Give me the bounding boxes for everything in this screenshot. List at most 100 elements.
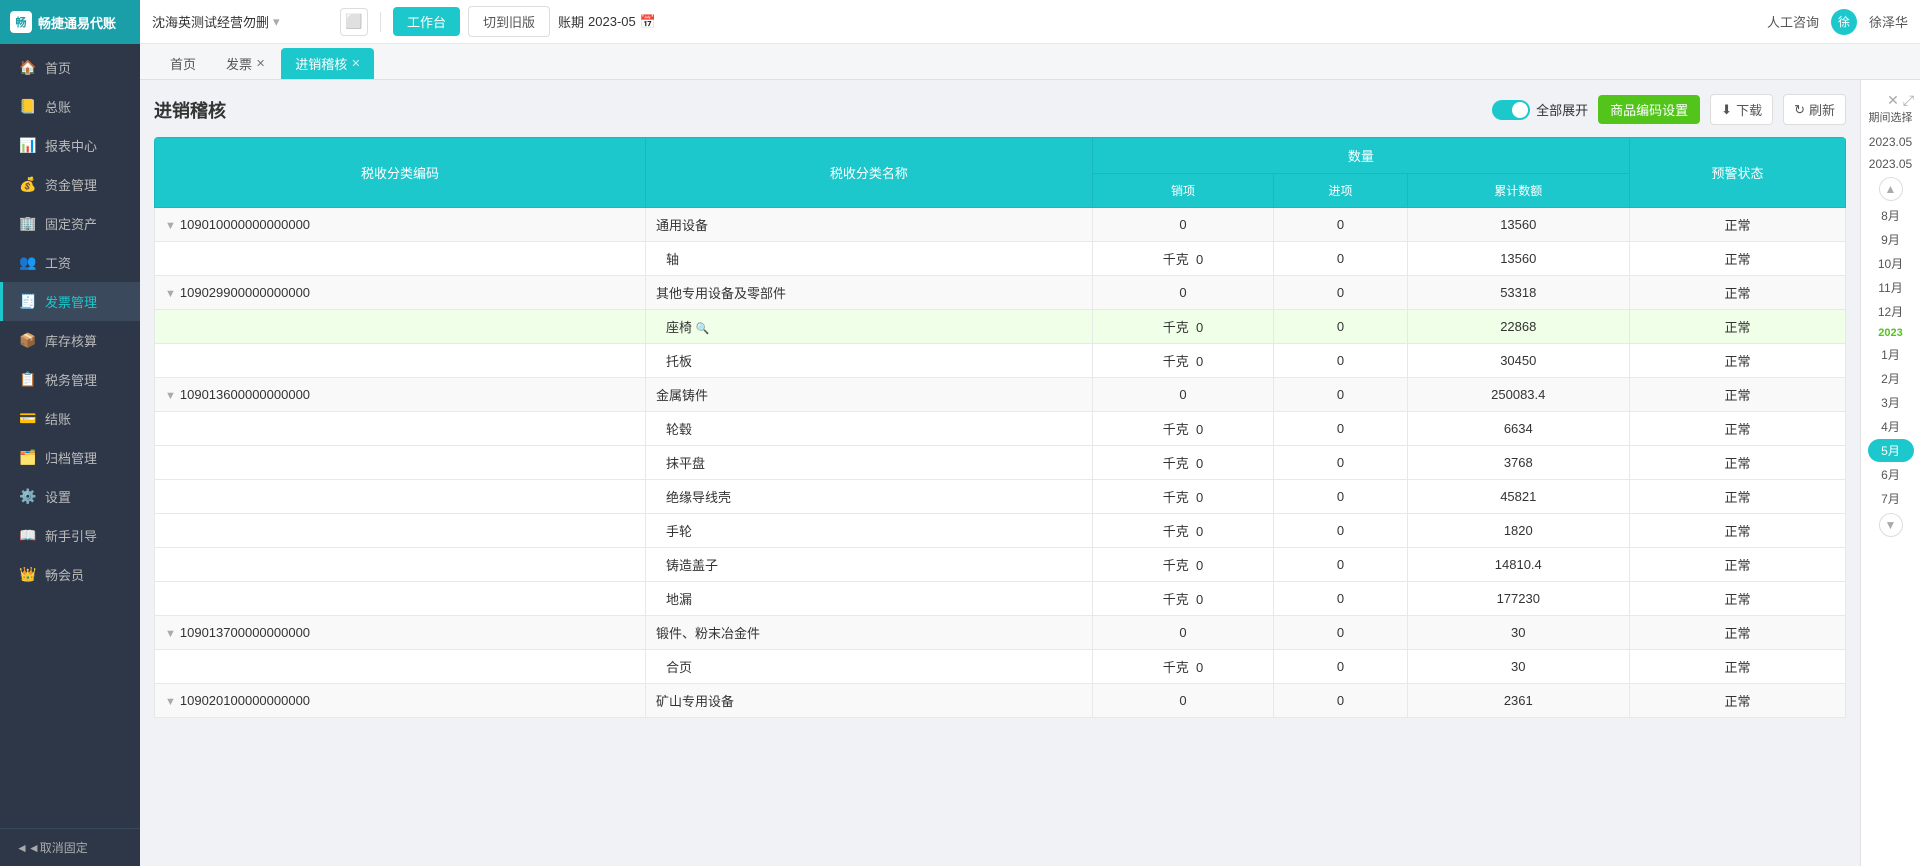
cell-sales: 0: [1092, 378, 1274, 412]
tab-reconcile[interactable]: 进销稽核 ✕: [281, 48, 374, 79]
period-month-item[interactable]: 11月: [1868, 276, 1914, 299]
cell-code: ▼109010000000000000: [155, 208, 646, 242]
period-month-item[interactable]: 4月: [1868, 415, 1914, 438]
period-month-item[interactable]: 6月: [1868, 463, 1914, 486]
company-selector[interactable]: 沈海英测试经营勿删 ▾: [152, 12, 332, 31]
period-month-item[interactable]: 2023: [1868, 324, 1914, 342]
expand-toggle-wrap: 全部展开: [1492, 100, 1588, 120]
download-button[interactable]: ⬇ 下载: [1710, 94, 1773, 125]
app-logo: 畅 畅捷通易代账: [0, 0, 140, 44]
sidebar-item-assets[interactable]: 🏢 固定资产: [0, 204, 140, 243]
workbench-button[interactable]: 工作台: [393, 7, 460, 36]
sidebar-collapse[interactable]: ◄◄取消固定: [0, 828, 140, 866]
expand-toggle[interactable]: [1492, 100, 1530, 120]
page-title: 进销稽核: [154, 97, 226, 123]
user-name[interactable]: 徐泽华: [1869, 12, 1908, 31]
sidebar-item-guide[interactable]: 📖 新手引导: [0, 516, 140, 555]
support-label[interactable]: 人工咨询: [1767, 12, 1819, 31]
period-title: 期间选择: [1869, 109, 1913, 125]
cell-warning: 正常: [1630, 514, 1846, 548]
period-item-1[interactable]: 2023.05: [1868, 154, 1914, 174]
period-nav-up[interactable]: ▲: [1879, 177, 1903, 201]
cell-total: 2361: [1407, 684, 1630, 718]
period-month-item[interactable]: 8月: [1868, 204, 1914, 227]
tab-reconcile-close[interactable]: ✕: [351, 57, 360, 70]
cell-warning: 正常: [1630, 650, 1846, 684]
cell-code: [155, 242, 646, 276]
cell-code: [155, 548, 646, 582]
sidebar: 畅 畅捷通易代账 🏠 首页 📒 总账 📊 报表中心 💰 资金管理 🏢 固定资产 …: [0, 0, 140, 866]
table-row: 地漏 千克 0 0 177230 正常: [155, 582, 1846, 616]
save-button[interactable]: ⬜: [340, 8, 368, 36]
cell-total: 45821: [1407, 480, 1630, 514]
sidebar-item-funds[interactable]: 💰 资金管理: [0, 165, 140, 204]
sidebar-item-payroll[interactable]: 👥 工资: [0, 243, 140, 282]
calendar-icon[interactable]: 📅: [640, 14, 656, 30]
tab-home[interactable]: 首页: [156, 48, 210, 79]
table-row: ▼109010000000000000 通用设备 0 0 13560 正常: [155, 208, 1846, 242]
sidebar-item-ledger[interactable]: 📒 总账: [0, 87, 140, 126]
divider: [380, 12, 381, 32]
cell-name: 座椅 🔍: [646, 310, 1093, 344]
sidebar-item-inventory[interactable]: 📦 库存核算: [0, 321, 140, 360]
collapse-label: ◄◄取消固定: [16, 839, 88, 856]
period-month-item[interactable]: 12月: [1868, 300, 1914, 323]
sidebar-item-home[interactable]: 🏠 首页: [0, 48, 140, 87]
sidebar-item-settlement[interactable]: 💳 结账: [0, 399, 140, 438]
panel-close-button[interactable]: ✕: [1887, 92, 1899, 109]
refresh-button[interactable]: ↻ 刷新: [1783, 94, 1846, 125]
cell-sales: 千克 0: [1092, 446, 1274, 480]
refresh-icon: ↻: [1794, 102, 1805, 118]
sidebar-item-member[interactable]: 👑 畅会员: [0, 555, 140, 594]
cell-total: 177230: [1407, 582, 1630, 616]
cell-warning: 正常: [1630, 582, 1846, 616]
cell-input: 0: [1274, 276, 1407, 310]
table-row: 托板 千克 0 0 30450 正常: [155, 344, 1846, 378]
period-month-item[interactable]: 1月: [1868, 343, 1914, 366]
logo-icon: 畅: [10, 11, 32, 33]
sidebar-item-tax[interactable]: 📋 税务管理: [0, 360, 140, 399]
topbar: 沈海英测试经营勿删 ▾ ⬜ 工作台 切到旧版 账期 2023-05 📅 人工咨询…: [140, 0, 1920, 44]
sidebar-item-invoices[interactable]: 🧾 发票管理: [0, 282, 140, 321]
cell-code: [155, 412, 646, 446]
home-icon: 🏠: [19, 59, 37, 76]
table-row: 抹平盘 千克 0 0 3768 正常: [155, 446, 1846, 480]
cell-code: ▼109013600000000000: [155, 378, 646, 412]
cell-input: 0: [1274, 344, 1407, 378]
period-month-item[interactable]: 9月: [1868, 228, 1914, 251]
panel-expand-button[interactable]: ⤢: [1903, 92, 1914, 109]
cell-input: 0: [1274, 446, 1407, 480]
tax-icon: 📋: [19, 371, 37, 388]
period-month-item[interactable]: 10月: [1868, 252, 1914, 275]
period-month-item[interactable]: 2月: [1868, 367, 1914, 390]
sidebar-item-archive[interactable]: 🗂️ 归档管理: [0, 438, 140, 477]
period-month-item[interactable]: 5月: [1868, 439, 1914, 462]
cell-total: 30: [1407, 616, 1630, 650]
cell-warning: 正常: [1630, 276, 1846, 310]
col-sales: 销项: [1092, 174, 1274, 208]
product-code-button[interactable]: 商品编码设置: [1598, 95, 1700, 124]
sidebar-item-label: 发票管理: [45, 292, 97, 311]
main-area: 沈海英测试经营勿删 ▾ ⬜ 工作台 切到旧版 账期 2023-05 📅 人工咨询…: [140, 0, 1920, 866]
table-row: 轴 千克 0 0 13560 正常: [155, 242, 1846, 276]
cell-input: 0: [1274, 208, 1407, 242]
cell-total: 53318: [1407, 276, 1630, 310]
period-nav-down[interactable]: ▼: [1879, 513, 1903, 537]
table-row: ▼109013700000000000 锻件、粉末冶金件 0 0 30 正常: [155, 616, 1846, 650]
switch-version-button[interactable]: 切到旧版: [468, 6, 550, 37]
col-input: 进项: [1274, 174, 1407, 208]
panel-close-row: ✕ ⤢: [1861, 88, 1920, 109]
sidebar-item-reports[interactable]: 📊 报表中心: [0, 126, 140, 165]
col-total: 累计数额: [1407, 174, 1630, 208]
period-item-0[interactable]: 2023.05: [1868, 132, 1914, 152]
tab-invoices[interactable]: 发票 ✕: [212, 48, 279, 79]
sidebar-item-settings[interactable]: ⚙️ 设置: [0, 477, 140, 516]
cell-total: 1820: [1407, 514, 1630, 548]
cell-name: 地漏: [646, 582, 1093, 616]
user-avatar: 徐: [1831, 9, 1857, 35]
cell-warning: 正常: [1630, 242, 1846, 276]
period-month-item[interactable]: 3月: [1868, 391, 1914, 414]
period-month-item[interactable]: 7月: [1868, 487, 1914, 510]
cell-sales: 千克 0: [1092, 242, 1274, 276]
tab-invoices-close[interactable]: ✕: [256, 57, 265, 70]
